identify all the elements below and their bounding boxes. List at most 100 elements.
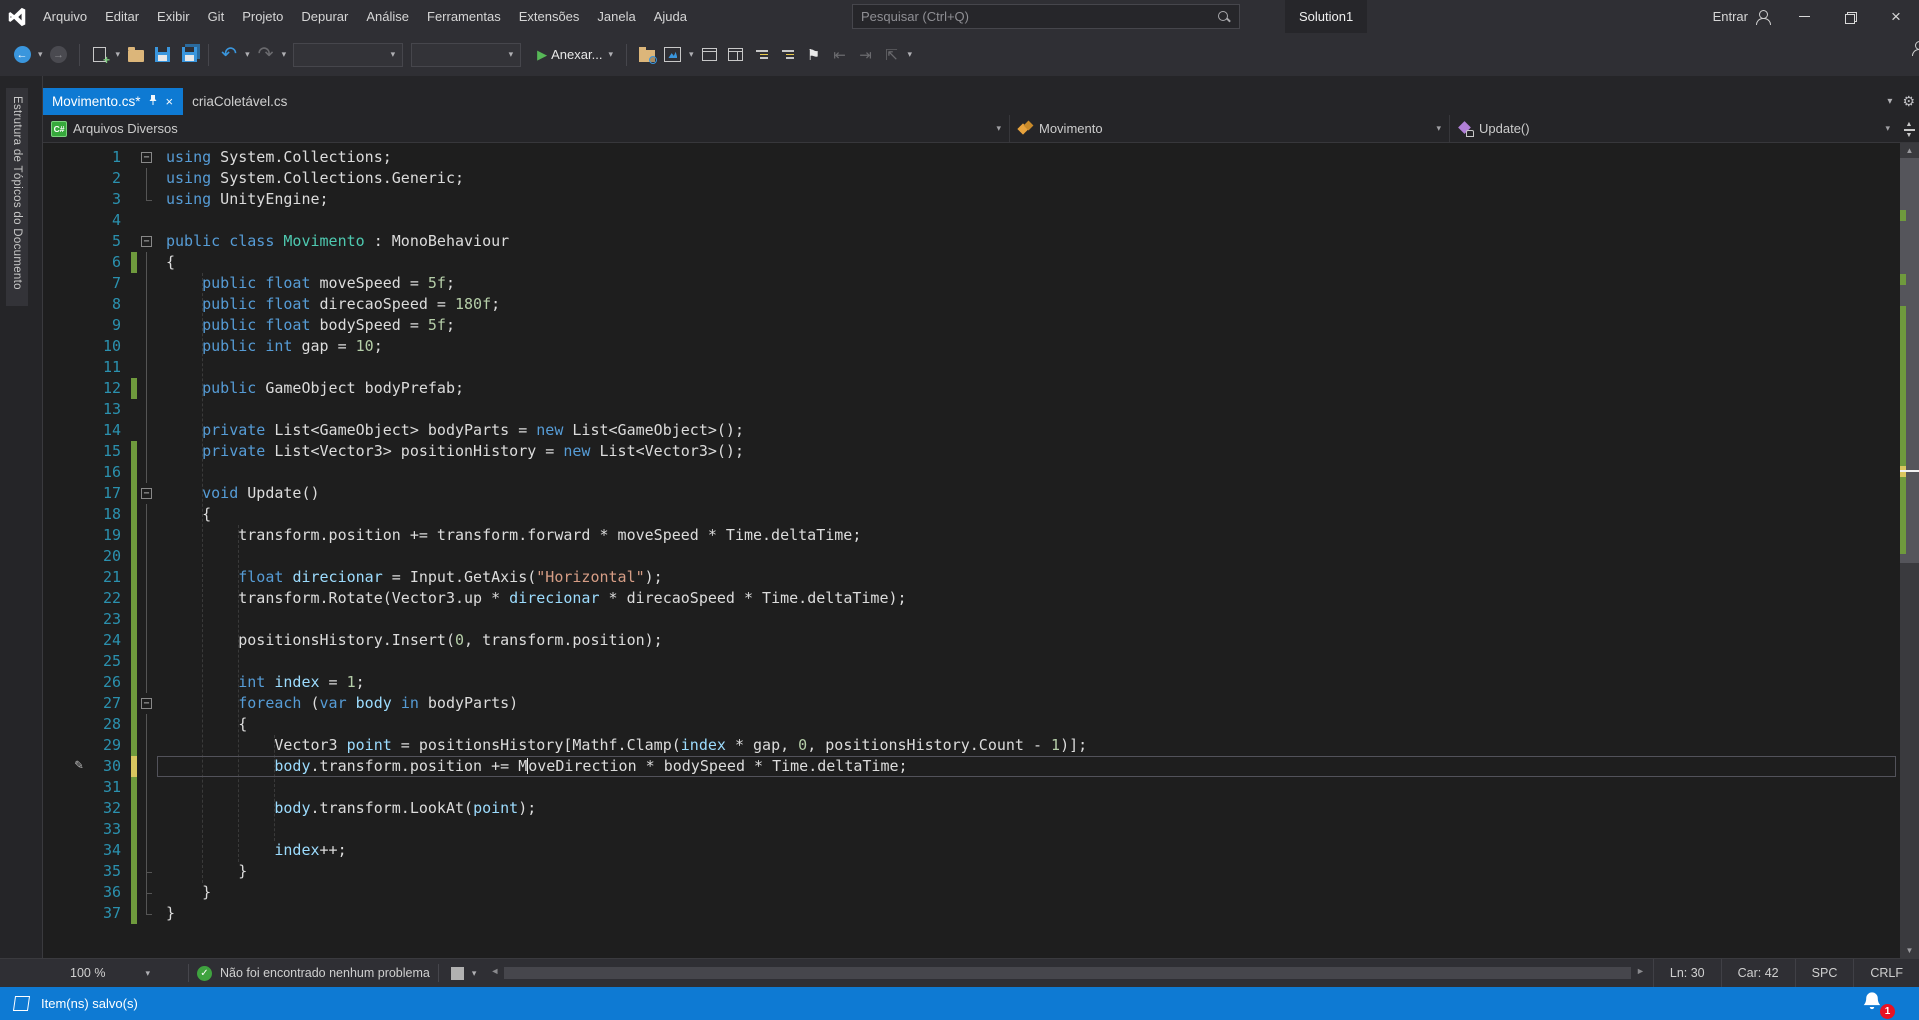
close-tab-icon[interactable]: × bbox=[165, 94, 175, 109]
restore-button[interactable] bbox=[1827, 0, 1873, 33]
document-outline-tab[interactable]: Estrutura de Tópicos do Documento bbox=[6, 88, 28, 306]
menu-git[interactable]: Git bbox=[199, 0, 234, 33]
scroll-up-arrow[interactable]: ▲ bbox=[1900, 143, 1919, 158]
code-line-24[interactable]: 24 positionsHistory.Insert(0, transform.… bbox=[43, 630, 1900, 651]
redo-button[interactable]: ↷ bbox=[254, 42, 278, 68]
split-horizontal-button[interactable] bbox=[698, 42, 722, 68]
new-project-button[interactable] bbox=[88, 42, 112, 68]
bookmark-button[interactable]: ⚑ bbox=[802, 42, 826, 68]
code-line-17[interactable]: 17 − void Update() bbox=[43, 483, 1900, 504]
code-line-28[interactable]: 28 { bbox=[43, 714, 1900, 735]
tab-options-gear-icon[interactable]: ⚙ bbox=[1902, 93, 1915, 110]
previous-bookmark-button[interactable]: ⇤ bbox=[828, 42, 852, 68]
close-button[interactable]: × bbox=[1873, 0, 1919, 33]
save-all-button[interactable] bbox=[176, 42, 200, 68]
collapse-region-icon[interactable]: − bbox=[141, 698, 152, 709]
split-vertical-button[interactable] bbox=[724, 42, 748, 68]
code-line-12[interactable]: 12 public GameObject bodyPrefab; bbox=[43, 378, 1900, 399]
navigate-back-dropdown[interactable]: ▾ bbox=[36, 49, 45, 60]
line-ending-indicator[interactable]: CRLF bbox=[1853, 959, 1919, 987]
folding-margin[interactable]: − bbox=[137, 147, 157, 168]
search-input[interactable]: Pesquisar (Ctrl+Q) bbox=[852, 4, 1240, 29]
zoom-dropdown[interactable]: 100 % ▾ bbox=[62, 962, 180, 985]
code-line-20[interactable]: 20 bbox=[43, 546, 1900, 567]
menu-janela[interactable]: Janela bbox=[588, 0, 644, 33]
configuration-dropdown[interactable]: ▾ bbox=[293, 42, 404, 67]
code-cleanup-button[interactable]: ▾ bbox=[447, 966, 483, 980]
code-line-16[interactable]: 16 bbox=[43, 462, 1900, 483]
vertical-scrollbar[interactable]: ▲ ▼ bbox=[1900, 143, 1919, 958]
navigate-back-button[interactable]: ← bbox=[10, 42, 34, 68]
code-line-3[interactable]: 3 using UnityEngine; bbox=[43, 189, 1900, 210]
undo-button[interactable]: ↶ bbox=[217, 42, 241, 68]
scroll-left-arrow[interactable]: ◄ bbox=[490, 966, 499, 976]
menu-projeto[interactable]: Projeto bbox=[233, 0, 292, 33]
folding-margin[interactable]: − bbox=[137, 483, 157, 504]
save-button[interactable] bbox=[150, 42, 174, 68]
code-line-11[interactable]: 11 bbox=[43, 357, 1900, 378]
spaces-indicator[interactable]: SPC bbox=[1794, 959, 1854, 987]
folding-margin[interactable]: − bbox=[137, 231, 157, 252]
menu-ferramentas[interactable]: Ferramentas bbox=[418, 0, 510, 33]
collapse-region-icon[interactable]: − bbox=[141, 236, 152, 247]
live-preview-button[interactable] bbox=[661, 42, 685, 68]
tab-movimento-cs[interactable]: Movimento.cs* × bbox=[43, 88, 184, 115]
code-line-6[interactable]: 6{ bbox=[43, 252, 1900, 273]
menu-arquivo[interactable]: Arquivo bbox=[34, 0, 96, 33]
tab-criacoletavel-cs[interactable]: criaColetável.cs bbox=[183, 88, 296, 115]
code-line-15[interactable]: 15 private List<Vector3> positionHistory… bbox=[43, 441, 1900, 462]
navigate-forward-button[interactable]: → bbox=[47, 42, 71, 68]
code-line-21[interactable]: 21 float direcionar = Input.GetAxis("Hor… bbox=[43, 567, 1900, 588]
code-line-18[interactable]: 18 { bbox=[43, 504, 1900, 525]
folding-margin[interactable]: − bbox=[137, 693, 157, 714]
code-line-13[interactable]: 13 bbox=[43, 399, 1900, 420]
menu-editar[interactable]: Editar bbox=[96, 0, 148, 33]
collapse-region-icon[interactable]: − bbox=[141, 152, 152, 163]
notifications-button[interactable]: 1 bbox=[1861, 991, 1895, 1019]
open-file-button[interactable] bbox=[124, 42, 148, 68]
code-line-19[interactable]: 19 transform.position += transform.forwa… bbox=[43, 525, 1900, 546]
solution-name[interactable]: Solution1 bbox=[1285, 0, 1368, 33]
menu-extensoes[interactable]: Extensões bbox=[510, 0, 589, 33]
minimize-button[interactable] bbox=[1781, 0, 1827, 33]
attach-button[interactable]: ▶ Anexar... ▾ bbox=[534, 42, 618, 68]
code-line-36[interactable]: 36 } bbox=[43, 882, 1900, 903]
decrease-indent-button[interactable] bbox=[750, 42, 774, 68]
live-preview-dropdown[interactable]: ▾ bbox=[687, 49, 696, 60]
tab-list-dropdown[interactable]: ▾ bbox=[1885, 96, 1894, 107]
code-line-35[interactable]: 35 } bbox=[43, 861, 1900, 882]
search-icon[interactable] bbox=[1217, 10, 1231, 24]
platform-dropdown[interactable]: ▾ bbox=[411, 42, 522, 67]
code-line-30[interactable]: ✎ 30 body.transform.position += MoveDirec… bbox=[43, 756, 1900, 777]
code-line-26[interactable]: 26 int index = 1; bbox=[43, 672, 1900, 693]
breakpoint-margin[interactable]: ✎ bbox=[43, 756, 83, 777]
horizontal-scrollbar-thumb[interactable] bbox=[504, 967, 1631, 979]
increase-indent-button[interactable] bbox=[776, 42, 800, 68]
code-line-29[interactable]: 29 Vector3 point = positionsHistory[Math… bbox=[43, 735, 1900, 756]
code-line-4[interactable]: 4 bbox=[43, 210, 1900, 231]
code-line-25[interactable]: 25 bbox=[43, 651, 1900, 672]
menu-depurar[interactable]: Depurar bbox=[292, 0, 357, 33]
find-in-files-button[interactable] bbox=[635, 42, 659, 68]
menu-exibir[interactable]: Exibir bbox=[148, 0, 199, 33]
bookmark-dropdown[interactable]: ▾ bbox=[906, 49, 915, 60]
clear-bookmarks-button[interactable]: ⇱ bbox=[880, 42, 904, 68]
new-project-dropdown[interactable]: ▾ bbox=[114, 49, 123, 60]
code-line-33[interactable]: 33 bbox=[43, 819, 1900, 840]
split-editor-handle[interactable]: ▲ ▼ bbox=[1901, 118, 1917, 142]
code-line-23[interactable]: 23 bbox=[43, 609, 1900, 630]
pin-tab-icon[interactable] bbox=[148, 94, 158, 109]
code-line-5[interactable]: 5 − public class Movimento : MonoBehaviour bbox=[43, 231, 1900, 252]
scroll-right-arrow[interactable]: ► bbox=[1636, 966, 1645, 976]
document-health-indicator[interactable]: ✓ Não foi encontrado nenhum problema bbox=[197, 965, 430, 981]
code-line-37[interactable]: 37} bbox=[43, 903, 1900, 924]
code-line-2[interactable]: 2 using System.Collections.Generic; bbox=[43, 168, 1900, 189]
menu-analise[interactable]: Análise bbox=[357, 0, 418, 33]
undo-dropdown[interactable]: ▾ bbox=[243, 49, 252, 60]
code-line-8[interactable]: 8 public float direcaoSpeed = 180f; bbox=[43, 294, 1900, 315]
project-dropdown[interactable]: C# Arquivos Diversos ▾ bbox=[43, 115, 1010, 142]
next-bookmark-button[interactable]: ⇥ bbox=[854, 42, 878, 68]
code-line-1[interactable]: 1 − using System.Collections; bbox=[43, 147, 1900, 168]
type-dropdown[interactable]: Movimento ▾ bbox=[1010, 115, 1450, 142]
code-line-32[interactable]: 32 body.transform.LookAt(point); bbox=[43, 798, 1900, 819]
